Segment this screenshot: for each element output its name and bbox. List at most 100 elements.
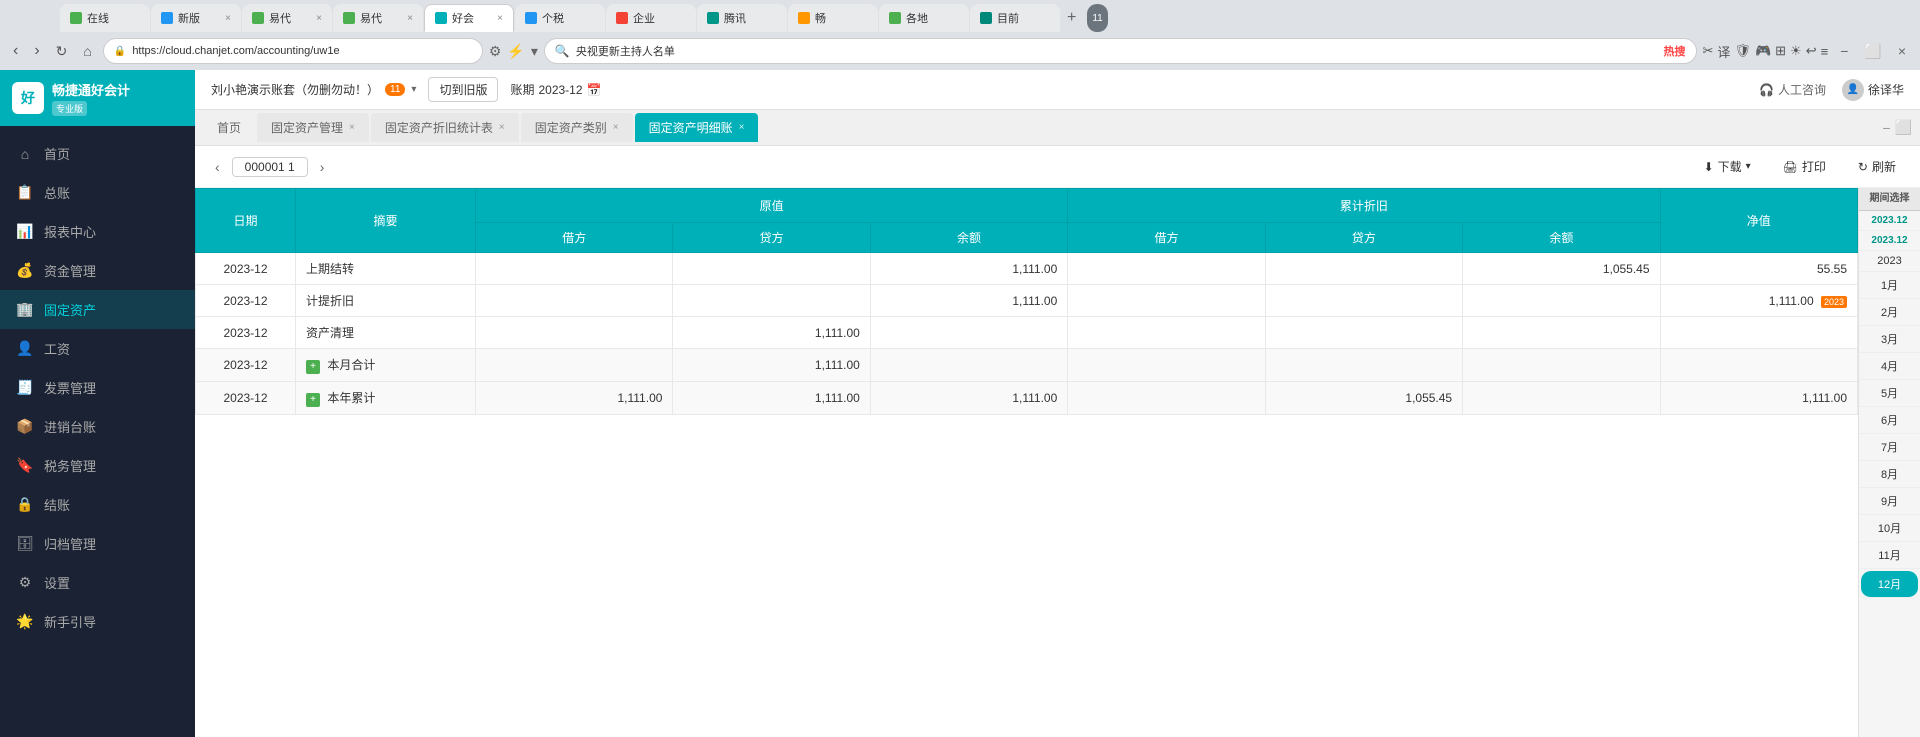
service-button[interactable]: 🎧 人工咨询 — [1759, 81, 1826, 98]
sidebar-item-reports[interactable]: 📊 报表中心 — [0, 212, 195, 251]
pag-next-button[interactable]: › — [316, 157, 329, 177]
window-maximize[interactable]: ⬜ — [1858, 43, 1887, 60]
sidebar-item-guide[interactable]: 🌟 新手引导 — [0, 602, 195, 641]
browser-tab-tencent[interactable]: 腾讯 — [697, 4, 787, 32]
calendar-icon[interactable]: 📅 — [587, 83, 602, 97]
download-button[interactable]: ⬇ 下载 ▾ — [1696, 154, 1759, 179]
window-minimize[interactable]: − — [1834, 43, 1854, 60]
browser-tab-yidai2[interactable]: 易代 × — [333, 4, 423, 32]
company-selector[interactable]: 刘小艳演示账套（勿删勿动！） 11 ▾ — [211, 81, 416, 98]
print-button[interactable]: 🖨 打印 — [1775, 154, 1834, 179]
browser-tab-chang[interactable]: 畅 — [788, 4, 878, 32]
tab-home[interactable]: 首页 — [203, 113, 255, 142]
sidebar-item-close[interactable]: 🔒 结账 — [0, 485, 195, 524]
sidebar-item-home[interactable]: ⌂ 首页 — [0, 134, 195, 173]
menu-icon[interactable]: ≡ — [1821, 44, 1829, 59]
sidebar-item-invoice[interactable]: 🧾 发票管理 — [0, 368, 195, 407]
sidebar-label-settings: 设置 — [44, 573, 70, 592]
sidebar-item-archive[interactable]: 🗄 归档管理 — [0, 524, 195, 563]
tab-collapse-button[interactable]: − — [1882, 119, 1890, 136]
table-scroll-area: 日期 摘要 原值 累计折旧 净值 借方 贷方 余额 — [195, 188, 1858, 737]
period-month-1[interactable]: 1月 — [1859, 272, 1920, 299]
browser-tab-mubiao[interactable]: 目前 — [970, 4, 1060, 32]
tab-close-yidai2[interactable]: × — [407, 13, 413, 24]
tab-close-asset-category[interactable]: × — [613, 122, 619, 133]
tab-close-new[interactable]: × — [225, 13, 231, 24]
tab-label-fixed-asset-mgmt: 固定资产管理 — [271, 119, 343, 136]
forward-button[interactable]: › — [29, 40, 44, 62]
browser-tab-online[interactable]: 在线 — [60, 4, 150, 32]
tab-close-yidai1[interactable]: × — [316, 13, 322, 24]
tab-close-depreciation-table[interactable]: × — [499, 122, 505, 133]
tab-close-asset-detail[interactable]: × — [739, 122, 745, 133]
shield-browser-icon[interactable]: 🛡 — [1734, 43, 1751, 59]
cell-net-value-3 — [1660, 317, 1857, 349]
sidebar-item-inventory[interactable]: 📦 进销台账 — [0, 407, 195, 446]
refresh-browser-button[interactable]: ↻ — [51, 41, 73, 62]
translate-icon[interactable]: 译 — [1717, 42, 1730, 61]
table-row[interactable]: 2023-12 上期结转 1,111.00 1,055.45 55.55 — [196, 253, 1858, 285]
period-month-6[interactable]: 6月 — [1859, 407, 1920, 434]
tab-label-asset-detail: 固定资产明细账 — [649, 119, 733, 136]
browser-tab-yidai1[interactable]: 易代 × — [242, 4, 332, 32]
sidebar-item-fund[interactable]: 💰 资金管理 — [0, 251, 195, 290]
browser-tab-corp[interactable]: 企业 — [606, 4, 696, 32]
table-row[interactable]: 2023-12 计提折旧 1,111.00 1,111.00 — [196, 285, 1858, 317]
cell-orig-balance-1: 1,111.00 — [870, 253, 1067, 285]
period-month-8[interactable]: 8月 — [1859, 461, 1920, 488]
refresh-button[interactable]: ↻ 刷新 — [1850, 154, 1904, 179]
search-bar[interactable]: 🔍 央视更新主持人名单 热搜 — [544, 38, 1697, 64]
browser-tab-new[interactable]: 新版 × — [151, 4, 241, 32]
browser-tab-haohui[interactable]: 好会 × — [424, 4, 514, 32]
tab-close-fixed-asset-mgmt[interactable]: × — [349, 122, 355, 133]
game-icon[interactable]: 🎮 — [1755, 43, 1771, 59]
tab-asset-category[interactable]: 固定资产类别 × — [521, 113, 633, 142]
sidebar-label-home: 首页 — [44, 144, 70, 163]
tab-label-yidai1: 易代 — [269, 10, 311, 26]
table-row[interactable]: 2023-12 资产清理 1,111.00 — [196, 317, 1858, 349]
download-label: 下载 — [1718, 158, 1742, 175]
pag-prev-button[interactable]: ‹ — [211, 157, 224, 177]
tab-expand-button[interactable]: ⬜ — [1895, 119, 1912, 136]
sidebar-item-ledger[interactable]: 📋 总账 — [0, 173, 195, 212]
sidebar-item-tax[interactable]: 🔖 税务管理 — [0, 446, 195, 485]
tab-asset-detail[interactable]: 固定资产明细账 × — [635, 113, 759, 142]
undo-icon[interactable]: ↩ — [1806, 43, 1817, 59]
back-button[interactable]: ‹ — [8, 40, 23, 62]
period-month-4[interactable]: 4月 — [1859, 353, 1920, 380]
period-month-11[interactable]: 11月 — [1859, 542, 1920, 569]
scissors-icon[interactable]: ✂ — [1703, 43, 1714, 59]
sidebar-nav: ⌂ 首页 📋 总账 📊 报表中心 💰 资金管理 🏢 固定资产 — [0, 126, 195, 737]
dropdown-icon[interactable]: ▾ — [531, 43, 538, 60]
period-month-12[interactable]: 12月 — [1861, 571, 1918, 598]
tab-close-haohui[interactable]: × — [497, 13, 503, 24]
period-month-7[interactable]: 7月 — [1859, 434, 1920, 461]
sun-icon[interactable]: ☀ — [1790, 43, 1802, 59]
period-month-3[interactable]: 3月 — [1859, 326, 1920, 353]
period-month-9[interactable]: 9月 — [1859, 488, 1920, 515]
grid-icon[interactable]: ⊞ — [1775, 43, 1786, 59]
tab-favicon-online — [70, 12, 82, 24]
home-browser-button[interactable]: ⌂ — [78, 41, 96, 61]
table-row-summary[interactable]: 2023-12 + 本月合计 1,111.00 — [196, 349, 1858, 382]
user-info[interactable]: 👤 徐译华 — [1842, 79, 1904, 101]
new-tab-button[interactable]: + — [1061, 4, 1082, 32]
cell-accum-balance-5 — [1463, 382, 1660, 415]
table-row-summary[interactable]: 2023-12 + 本年累计 1,111.00 1,111.00 1,111.0… — [196, 382, 1858, 415]
browser-tab-tax[interactable]: 个税 — [515, 4, 605, 32]
tab-depreciation-table[interactable]: 固定资产折旧统计表 × — [371, 113, 519, 142]
cell-accum-balance-2 — [1463, 285, 1660, 317]
tab-fixed-asset-mgmt[interactable]: 固定资产管理 × — [257, 113, 369, 142]
address-bar[interactable]: 🔒 https://cloud.chanjet.com/accounting/u… — [103, 38, 483, 64]
sidebar-item-settings[interactable]: ⚙ 设置 — [0, 563, 195, 602]
sidebar-item-payroll[interactable]: 👤 工资 — [0, 329, 195, 368]
switch-version-button[interactable]: 切到旧版 — [428, 77, 498, 102]
period-month-5[interactable]: 5月 — [1859, 380, 1920, 407]
period-month-10[interactable]: 10月 — [1859, 515, 1920, 542]
period-date-top-2: 2023.12 — [1859, 231, 1920, 251]
sidebar-item-fixed-assets[interactable]: 🏢 固定资产 — [0, 290, 195, 329]
period-month-2[interactable]: 2月 — [1859, 299, 1920, 326]
cell-orig-debit-2 — [476, 285, 673, 317]
browser-tab-gedi[interactable]: 各地 — [879, 4, 969, 32]
window-close[interactable]: × — [1892, 43, 1912, 60]
